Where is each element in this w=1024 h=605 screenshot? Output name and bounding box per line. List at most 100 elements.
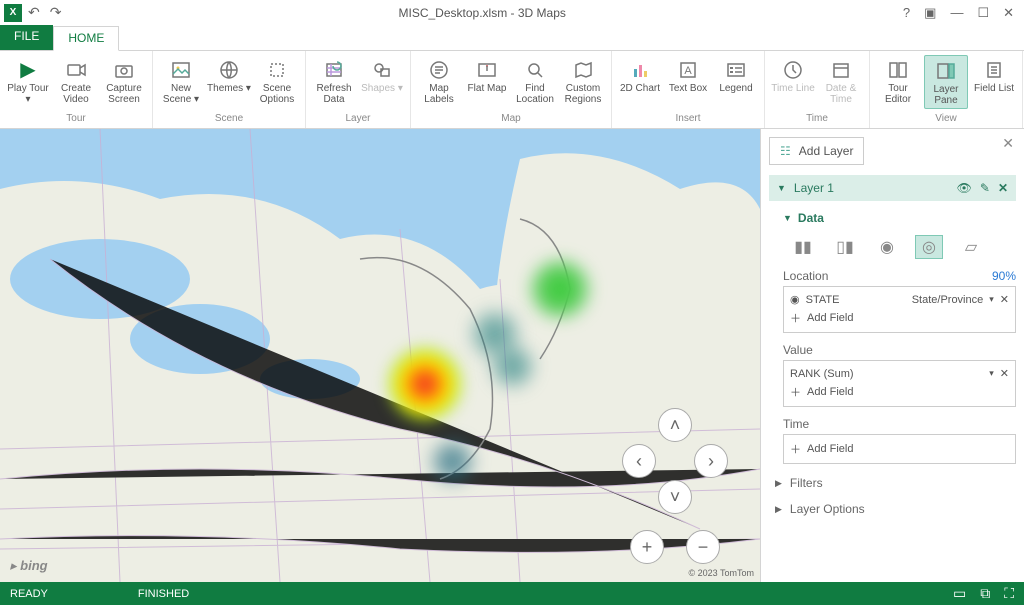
content-area: ˄ ‹ › ˅ + − ▸ bing © 2023 TomTom ✕ ☷ Add… (0, 129, 1024, 582)
ribbon: ▶Play Tour ▾ Create Video Capture Screen… (0, 51, 1024, 129)
tilt-down-button[interactable]: ˅ (658, 480, 692, 514)
group-scene: New Scene ▾ Themes ▾ Scene Options Scene (153, 51, 306, 128)
time-line-button: Time Line (771, 55, 815, 96)
refresh-data-button[interactable]: Refresh Data (312, 55, 356, 107)
group-layer: Refresh Data Shapes ▾ Layer (306, 51, 411, 128)
regions-icon (572, 59, 594, 81)
viz-heatmap[interactable]: ◎ (915, 235, 943, 259)
flat-map-button[interactable]: Flat Map (465, 55, 509, 96)
find-location-button[interactable]: Find Location (513, 55, 557, 107)
text-box-button[interactable]: AText Box (666, 55, 710, 96)
date-time-button: Date & Time (819, 55, 863, 107)
rename-icon[interactable]: ✎ (980, 181, 990, 195)
chart-icon (629, 59, 651, 81)
map-viewport[interactable]: ˄ ‹ › ˅ + − ▸ bing © 2023 TomTom (0, 129, 760, 582)
layer-header[interactable]: ▼ Layer 1 👁 ✎ ✕ (769, 175, 1016, 201)
view-normal-icon[interactable]: ▭ (953, 585, 966, 602)
location-confidence[interactable]: 90% (992, 269, 1016, 283)
status-bar: READY FINISHED ▭ ⧉ ⛶ (0, 582, 1024, 605)
viz-bubble[interactable]: ◉ (873, 235, 901, 259)
undo-button[interactable]: ↶ (28, 4, 40, 21)
heatmap-hotspot (390, 349, 460, 419)
location-field-group: Location90% ◉ STATE State/Province ▾ ✕ ＋… (783, 269, 1016, 333)
status-finished: FINISHED (138, 588, 189, 600)
value-field-row[interactable]: RANK (Sum) ▾ ✕ (790, 365, 1009, 382)
pane-close-button[interactable]: ✕ (1002, 135, 1014, 152)
create-video-button[interactable]: Create Video (54, 55, 98, 107)
data-section-header[interactable]: ▼Data (783, 211, 1016, 225)
legend-button[interactable]: Legend (714, 55, 758, 96)
radio-icon: ◉ (790, 293, 800, 306)
labels-icon (428, 59, 450, 81)
themes-button[interactable]: Themes ▾ (207, 55, 251, 96)
rotate-right-button[interactable]: › (694, 444, 728, 478)
flatmap-icon (476, 59, 498, 81)
add-value-field[interactable]: ＋Add Field (790, 382, 1009, 402)
layer-pane-icon (935, 60, 957, 82)
add-layer-button[interactable]: ☷ Add Layer (769, 137, 864, 165)
value-field-group: Value RANK (Sum) ▾ ✕ ＋Add Field (783, 343, 1016, 407)
custom-regions-button[interactable]: Custom Regions (561, 55, 605, 107)
zoom-in-button[interactable]: + (630, 530, 664, 564)
find-icon (524, 59, 546, 81)
map-labels-button[interactable]: Map Labels (417, 55, 461, 107)
heatmap-spot (530, 259, 590, 319)
options-icon (266, 59, 288, 81)
globe-icon (218, 59, 240, 81)
layer-pane: ✕ ☷ Add Layer ▼ Layer 1 👁 ✎ ✕ ▼Data ▮▮ ▯… (760, 129, 1024, 582)
viz-region[interactable]: ▱ (957, 235, 985, 259)
shapes-icon (371, 59, 393, 81)
capture-screen-button[interactable]: Capture Screen (102, 55, 146, 107)
filters-section[interactable]: ▶Filters (769, 476, 1016, 490)
timeline-icon (782, 59, 804, 81)
view-fullscreen-icon[interactable]: ⛶ (1004, 585, 1014, 602)
datetime-icon (830, 59, 852, 81)
remove-field-icon[interactable]: ✕ (1000, 367, 1009, 380)
add-time-field[interactable]: ＋Add Field (790, 439, 1009, 459)
group-tour: ▶Play Tour ▾ Create Video Capture Screen… (0, 51, 153, 128)
field-list-icon (983, 59, 1005, 81)
minimize-button[interactable]: — (950, 5, 963, 21)
scene-options-button[interactable]: Scene Options (255, 55, 299, 107)
video-icon (65, 59, 87, 81)
group-insert: 2D Chart AText Box Legend Insert (612, 51, 765, 128)
textbox-icon: A (677, 59, 699, 81)
tour-editor-button[interactable]: Tour Editor (876, 55, 920, 107)
time-field-group: Time ＋Add Field (783, 417, 1016, 464)
2d-chart-button[interactable]: 2D Chart (618, 55, 662, 96)
field-list-button[interactable]: Field List (972, 55, 1016, 96)
tab-file[interactable]: FILE (0, 25, 53, 50)
redo-button[interactable]: ↷ (50, 4, 62, 21)
tab-home[interactable]: HOME (53, 26, 119, 51)
heatmap-spot (490, 344, 535, 389)
status-ready: READY (10, 588, 48, 600)
play-tour-button[interactable]: ▶Play Tour ▾ (6, 55, 50, 107)
restore-button[interactable]: ▣ (924, 5, 936, 21)
legend-icon (725, 59, 747, 81)
tour-editor-icon (887, 59, 909, 81)
map-copyright: © 2023 TomTom (689, 568, 755, 578)
visibility-icon[interactable]: 👁 (957, 181, 972, 195)
group-map: Map Labels Flat Map Find Location Custom… (411, 51, 612, 128)
add-location-field[interactable]: ＋Add Field (790, 308, 1009, 328)
tilt-up-button[interactable]: ˄ (658, 408, 692, 442)
camera-icon (113, 59, 135, 81)
help-button[interactable]: ? (903, 5, 910, 21)
viz-stacked-column[interactable]: ▮▮ (789, 235, 817, 259)
new-scene-button[interactable]: New Scene ▾ (159, 55, 203, 107)
bing-attribution: ▸ bing (10, 558, 48, 574)
rotate-left-button[interactable]: ‹ (622, 444, 656, 478)
ribbon-tabs: FILE HOME (0, 25, 1024, 51)
zoom-out-button[interactable]: − (686, 530, 720, 564)
remove-field-icon[interactable]: ✕ (1000, 293, 1009, 306)
location-field-row[interactable]: ◉ STATE State/Province ▾ ✕ (790, 291, 1009, 308)
delete-layer-icon[interactable]: ✕ (998, 181, 1008, 195)
view-pagebreak-icon[interactable]: ⧉ (980, 585, 990, 602)
maximize-button[interactable]: ☐ (977, 5, 989, 21)
close-button[interactable]: ✕ (1003, 5, 1014, 21)
layer-pane-button[interactable]: Layer Pane (924, 55, 968, 109)
layer-options-section[interactable]: ▶Layer Options (769, 502, 1016, 516)
heatmap-spot (430, 439, 475, 484)
layers-icon: ☷ (780, 144, 791, 158)
viz-clustered-column[interactable]: ▯▮ (831, 235, 859, 259)
